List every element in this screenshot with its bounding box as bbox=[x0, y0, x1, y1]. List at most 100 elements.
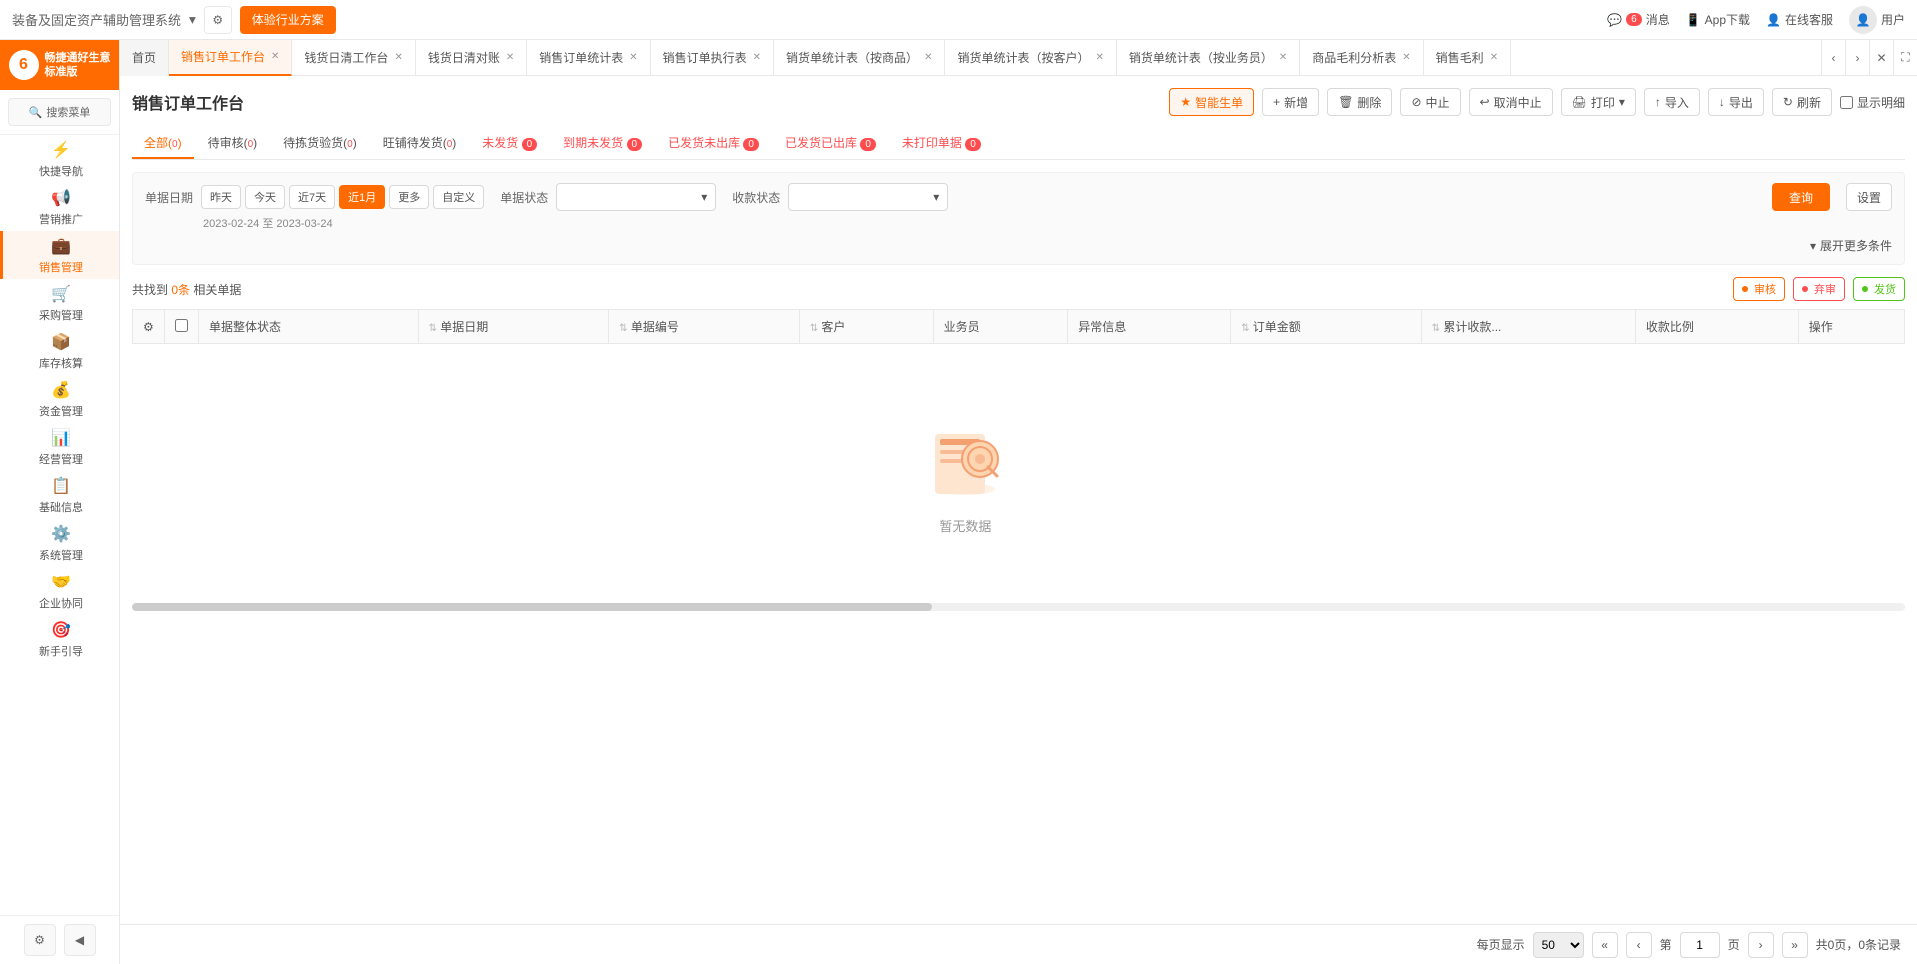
industry-btn[interactable]: 体验行业方案 bbox=[240, 6, 336, 34]
tab-close-all-btn[interactable]: ✕ bbox=[1869, 40, 1893, 76]
sort-number-icon[interactable]: ⇅ bbox=[619, 323, 627, 334]
scroll-area bbox=[132, 603, 1905, 611]
tab-maximize-btn[interactable]: ⛶ bbox=[1893, 40, 1917, 76]
date-today-btn[interactable]: 今天 bbox=[245, 185, 285, 209]
settings-bottom-btn[interactable]: ⚙ bbox=[24, 924, 56, 956]
settings-filter-btn[interactable]: 设置 bbox=[1846, 183, 1892, 211]
refresh-btn[interactable]: ↻ 刷新 bbox=[1772, 88, 1832, 116]
tab-sales-exec[interactable]: 销售订单执行表 ✕ bbox=[651, 40, 774, 76]
print-btn[interactable]: 🖨 打印 ▾ bbox=[1561, 88, 1636, 116]
tab-prev-btn[interactable]: ‹ bbox=[1821, 40, 1845, 76]
tab-sales-stat[interactable]: 销售订单统计表 ✕ bbox=[527, 40, 650, 76]
tab-close-gross-margin[interactable]: ✕ bbox=[1402, 52, 1410, 63]
tab-close-summary-staff[interactable]: ✕ bbox=[1279, 52, 1287, 63]
sidebar-item-basic-info[interactable]: 📋 基础信息 bbox=[0, 471, 119, 519]
sidebar-item-operations[interactable]: 📊 经营管理 bbox=[0, 423, 119, 471]
select-all-checkbox[interactable] bbox=[175, 319, 188, 332]
page-first-btn[interactable]: « bbox=[1592, 932, 1618, 958]
page-next-btn[interactable]: › bbox=[1748, 932, 1774, 958]
stop-btn[interactable]: ⊘ 中止 bbox=[1400, 88, 1460, 116]
delete-btn[interactable]: 🗑 删除 bbox=[1327, 88, 1392, 116]
tab-close-sales-workbench[interactable]: ✕ bbox=[271, 51, 279, 62]
tab-home[interactable]: 首页 bbox=[120, 40, 169, 76]
tab-close-summary-product[interactable]: ✕ bbox=[924, 52, 932, 63]
sidebar-item-marketing[interactable]: 📢 营销推广 bbox=[0, 183, 119, 231]
tab-sales-summary-staff[interactable]: 销货单统计表（按业务员） ✕ bbox=[1117, 40, 1300, 76]
tab-cash-daily[interactable]: 钱货日清工作台 ✕ bbox=[292, 40, 415, 76]
search-btn[interactable]: 🔍 搜索菜单 bbox=[8, 98, 111, 126]
sort-customer-icon[interactable]: ⇅ bbox=[810, 323, 818, 334]
date-yesterday-btn[interactable]: 昨天 bbox=[201, 185, 241, 209]
collapse-btn[interactable]: ◀ bbox=[64, 924, 96, 956]
date-last7-btn[interactable]: 近7天 bbox=[289, 185, 335, 209]
tab-close-cash-daily[interactable]: ✕ bbox=[394, 52, 402, 63]
sidebar-item-inventory[interactable]: 📦 库存核算 bbox=[0, 327, 119, 375]
tab-sales-profit[interactable]: 销售毛利 ✕ bbox=[1424, 40, 1511, 76]
page-last-btn[interactable]: » bbox=[1782, 932, 1808, 958]
sidebar-item-quick-nav[interactable]: ⚡ 快捷导航 bbox=[0, 135, 119, 183]
app-download-btn[interactable]: 📱 App下载 bbox=[1686, 11, 1750, 28]
import-btn[interactable]: ↑ 导入 bbox=[1644, 88, 1700, 116]
payment-select[interactable]: ▾ bbox=[788, 183, 948, 211]
tab-close-sales-profit[interactable]: ✕ bbox=[1490, 52, 1498, 63]
show-detail-checkbox[interactable] bbox=[1840, 96, 1853, 109]
tab-cash-reconcile[interactable]: 钱货日清对账 ✕ bbox=[416, 40, 527, 76]
subtab-shipped-out[interactable]: 已发货已出库 0 bbox=[773, 128, 888, 159]
sort-date-icon[interactable]: ⇅ bbox=[429, 323, 437, 334]
tab-close-sales-exec[interactable]: ✕ bbox=[753, 52, 761, 63]
tabs-bar: 首页 销售订单工作台 ✕ 钱货日清工作台 ✕ 钱货日清对账 ✕ 销售订单统计表 … bbox=[120, 40, 1917, 76]
sidebar-item-purchase[interactable]: 🛒 采购管理 bbox=[0, 279, 119, 327]
th-exception: 异常信息 bbox=[1068, 310, 1231, 344]
top-bar-left: 装备及固定资产辅助管理系统 ▾ ⚙ 体验行业方案 bbox=[12, 6, 1599, 34]
tab-gross-margin[interactable]: 商品毛利分析表 ✕ bbox=[1300, 40, 1423, 76]
subtab-wangpu[interactable]: 旺铺待发货(0) bbox=[371, 128, 469, 159]
sort-amount-icon[interactable]: ⇅ bbox=[1241, 323, 1249, 334]
page-prev-btn[interactable]: ‹ bbox=[1626, 932, 1652, 958]
subtab-pending-review[interactable]: 待审核(0) bbox=[196, 128, 270, 159]
subtab-unshipped[interactable]: 未发货 0 bbox=[470, 128, 549, 159]
tab-close-summary-customer[interactable]: ✕ bbox=[1095, 52, 1103, 63]
subtab-shipped-not-out[interactable]: 已发货未出库 0 bbox=[656, 128, 771, 159]
expand-more-btn[interactable]: ▾ 展开更多条件 bbox=[1810, 237, 1892, 254]
bulk-revoke-btn[interactable]: 弃审 bbox=[1793, 277, 1845, 301]
sidebar-item-system[interactable]: ⚙️ 系统管理 bbox=[0, 519, 119, 567]
tab-next-btn[interactable]: › bbox=[1845, 40, 1869, 76]
subtab-all[interactable]: 全部(0) bbox=[132, 128, 194, 159]
message-btn[interactable]: 💬 6 消息 bbox=[1607, 11, 1670, 28]
subtab-unprinted[interactable]: 未打印单据 0 bbox=[890, 128, 993, 159]
sidebar-item-enterprise[interactable]: 🤝 企业协同 bbox=[0, 567, 119, 615]
tab-sales-summary-product[interactable]: 销货单统计表（按商品） ✕ bbox=[774, 40, 945, 76]
tab-sales-summary-customer[interactable]: 销货单统计表（按客户） ✕ bbox=[945, 40, 1116, 76]
page-input[interactable] bbox=[1680, 932, 1720, 958]
date-last1month-btn[interactable]: 近1月 bbox=[339, 185, 385, 209]
query-btn[interactable]: 查询 bbox=[1772, 183, 1830, 211]
smart-create-btn[interactable]: ★ 智能生单 bbox=[1169, 88, 1254, 116]
sidebar-item-finance[interactable]: 💰 资金管理 bbox=[0, 375, 119, 423]
tab-sales-workbench[interactable]: 销售订单工作台 ✕ bbox=[169, 40, 292, 76]
bulk-review-btn[interactable]: 审核 bbox=[1733, 277, 1785, 301]
date-custom-btn[interactable]: 自定义 bbox=[433, 185, 484, 209]
settings-icon[interactable]: ⚙ bbox=[204, 6, 232, 34]
horizontal-scrollbar[interactable] bbox=[132, 603, 1905, 611]
sort-collected-icon[interactable]: ⇅ bbox=[1432, 323, 1440, 334]
bulk-ship-btn[interactable]: 发货 bbox=[1853, 277, 1905, 301]
cancel-stop-btn[interactable]: ↩ 取消中止 bbox=[1469, 88, 1553, 116]
page-size-select[interactable]: 10 20 50 100 bbox=[1533, 932, 1584, 958]
page-content: 销售订单工作台 ★ 智能生单 + 新增 🗑 删除 bbox=[120, 76, 1917, 924]
user-btn[interactable]: 👤 用户 bbox=[1849, 6, 1905, 34]
th-checkbox[interactable] bbox=[165, 310, 199, 344]
th-settings[interactable]: ⚙ bbox=[133, 310, 165, 344]
status-select[interactable]: ▾ bbox=[556, 183, 716, 211]
sidebar-item-newbie[interactable]: 🎯 新手引导 bbox=[0, 615, 119, 663]
new-btn[interactable]: + 新增 bbox=[1262, 88, 1319, 116]
export-btn[interactable]: ↓ 导出 bbox=[1708, 88, 1764, 116]
tab-close-sales-stat[interactable]: ✕ bbox=[629, 52, 637, 63]
subtab-overdue-unshipped[interactable]: 到期未发货 0 bbox=[551, 128, 654, 159]
tab-close-cash-reconcile[interactable]: ✕ bbox=[506, 52, 514, 63]
sidebar-item-sales[interactable]: 💼 销售管理 bbox=[0, 231, 119, 279]
system-dropdown[interactable]: ▾ bbox=[189, 12, 196, 28]
date-more-btn[interactable]: 更多 bbox=[389, 185, 429, 209]
show-detail-label[interactable]: 显示明细 bbox=[1840, 94, 1905, 111]
online-service-btn[interactable]: 👤 在线客服 bbox=[1766, 11, 1833, 28]
subtab-pending-inspect[interactable]: 待拣货验货(0) bbox=[271, 128, 369, 159]
